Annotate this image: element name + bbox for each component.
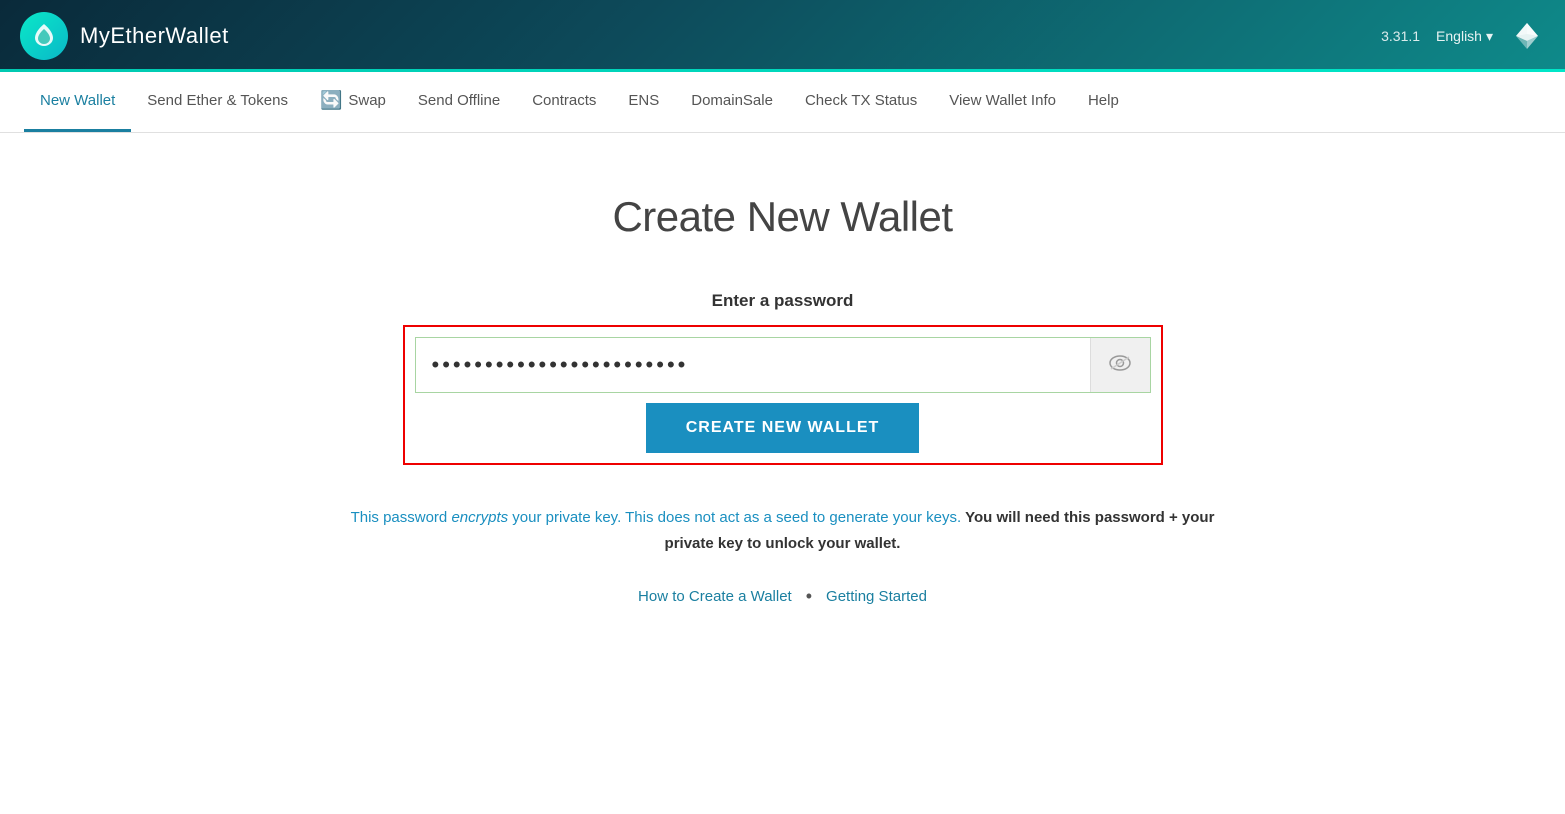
info-text: This password encrypts your private key.… xyxy=(333,505,1233,556)
version-label: 3.31.1 xyxy=(1381,28,1420,44)
header-right: 3.31.1 English ▾ xyxy=(1381,18,1545,54)
language-selector[interactable]: English ▾ xyxy=(1436,28,1493,45)
create-wallet-button[interactable]: Create New Wallet xyxy=(646,403,920,453)
header-left: MyEtherWallet xyxy=(20,12,229,60)
nav-item-view-wallet[interactable]: View Wallet Info xyxy=(933,72,1072,132)
nav-label-help: Help xyxy=(1088,92,1119,109)
nav-label-check-tx: Check TX Status xyxy=(805,92,917,109)
eye-icon xyxy=(1109,355,1131,376)
nav-item-swap[interactable]: 🔄 Swap xyxy=(304,72,402,132)
nav-item-help[interactable]: Help xyxy=(1072,72,1135,132)
app-title: MyEtherWallet xyxy=(80,23,229,49)
link-separator: • xyxy=(806,586,812,607)
page-title: Create New Wallet xyxy=(612,193,952,241)
toggle-password-button[interactable] xyxy=(1090,338,1150,392)
ethereum-icon xyxy=(1509,18,1545,54)
app-logo xyxy=(20,12,68,60)
password-box-highlight: Create New Wallet xyxy=(403,325,1163,465)
nav-item-send-offline[interactable]: Send Offline xyxy=(402,72,516,132)
language-label: English xyxy=(1436,28,1482,44)
info-text-part1: This password xyxy=(351,509,452,526)
password-input-row xyxy=(415,337,1151,393)
info-text-italic: encrypts xyxy=(451,509,508,526)
nav-label-domain-sale: DomainSale xyxy=(691,92,773,109)
nav-label-swap: Swap xyxy=(348,92,386,109)
app-header: MyEtherWallet 3.31.1 English ▾ xyxy=(0,0,1565,72)
nav-label-ens: ENS xyxy=(628,92,659,109)
nav-label-send-offline: Send Offline xyxy=(418,92,500,109)
main-nav: New Wallet Send Ether & Tokens 🔄 Swap Se… xyxy=(0,72,1565,133)
info-text-part2: your private key. This does not act as a… xyxy=(508,509,961,526)
nav-label-send-ether: Send Ether & Tokens xyxy=(147,92,288,109)
nav-label-contracts: Contracts xyxy=(532,92,596,109)
nav-label-new-wallet: New Wallet xyxy=(40,92,115,109)
footer-links: How to Create a Wallet • Getting Started xyxy=(638,586,927,607)
password-label: Enter a password xyxy=(712,291,854,311)
nav-item-send-ether[interactable]: Send Ether & Tokens xyxy=(131,72,304,132)
swap-icon: 🔄 xyxy=(320,90,342,111)
password-input[interactable] xyxy=(416,338,1090,392)
nav-label-view-wallet: View Wallet Info xyxy=(949,92,1056,109)
nav-item-check-tx[interactable]: Check TX Status xyxy=(789,72,933,132)
how-to-create-link[interactable]: How to Create a Wallet xyxy=(638,588,792,605)
getting-started-link[interactable]: Getting Started xyxy=(826,588,927,605)
nav-item-domain-sale[interactable]: DomainSale xyxy=(675,72,789,132)
nav-item-contracts[interactable]: Contracts xyxy=(516,72,612,132)
password-section: Enter a password Create New Wallet xyxy=(403,291,1163,465)
nav-item-ens[interactable]: ENS xyxy=(612,72,675,132)
chevron-down-icon: ▾ xyxy=(1486,28,1493,45)
main-content: Create New Wallet Enter a password Cr xyxy=(0,133,1565,814)
nav-item-new-wallet[interactable]: New Wallet xyxy=(24,72,131,132)
